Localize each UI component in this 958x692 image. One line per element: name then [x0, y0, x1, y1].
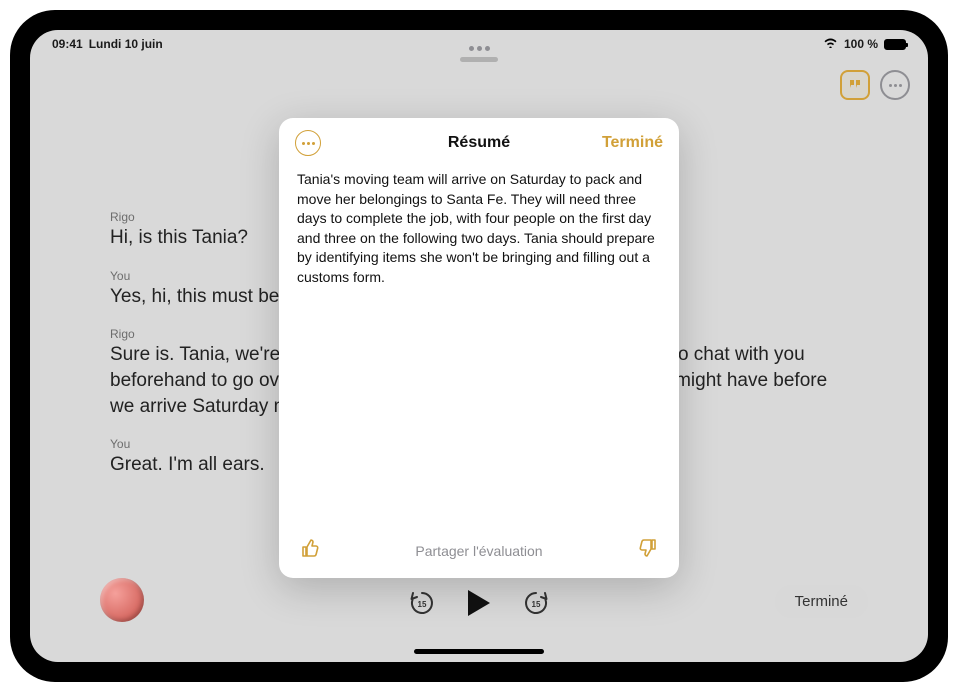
thumbs-up-icon[interactable] — [299, 537, 321, 564]
status-left: 09:41 Lundi 10 juin — [52, 37, 163, 51]
quote-icon[interactable] — [840, 70, 870, 100]
svg-text:15: 15 — [532, 600, 541, 609]
modal-done-button[interactable]: Terminé — [602, 134, 663, 152]
modal-more-icon[interactable] — [295, 130, 321, 156]
thumbs-down-icon[interactable] — [637, 537, 659, 564]
wifi-icon — [823, 37, 838, 51]
skip-forward-15-icon[interactable]: 15 — [522, 589, 550, 617]
done-button-bottom[interactable]: Terminé — [775, 585, 868, 618]
modal-header: Résumé Terminé — [279, 118, 679, 162]
modal-title: Résumé — [448, 134, 510, 152]
more-icon[interactable] — [880, 70, 910, 100]
playback-controls: 15 15 — [408, 588, 550, 618]
multitask-icon[interactable] — [460, 46, 498, 51]
modal-footer: Partager l'évaluation — [279, 525, 679, 578]
record-button[interactable] — [100, 578, 144, 622]
summary-modal: Résumé Terminé Tania's moving team will … — [279, 118, 679, 578]
screen: 09:41 Lundi 10 juin 100 % — [30, 30, 928, 662]
summary-text: Tania's moving team will arrive on Satur… — [279, 162, 679, 525]
top-center-controls — [460, 46, 498, 62]
sheet-grabber[interactable] — [460, 57, 498, 62]
ipad-frame: 09:41 Lundi 10 juin 100 % — [10, 10, 948, 682]
status-date: Lundi 10 juin — [89, 37, 163, 51]
home-indicator[interactable] — [414, 649, 544, 654]
top-right-icons — [840, 70, 910, 100]
status-time: 09:41 — [52, 37, 83, 51]
play-button[interactable] — [466, 588, 492, 618]
skip-back-15-icon[interactable]: 15 — [408, 589, 436, 617]
battery-percent: 100 % — [844, 37, 878, 51]
share-evaluation-label: Partager l'évaluation — [415, 543, 542, 559]
status-right: 100 % — [823, 37, 906, 51]
svg-text:15: 15 — [418, 600, 427, 609]
battery-icon — [884, 39, 906, 50]
